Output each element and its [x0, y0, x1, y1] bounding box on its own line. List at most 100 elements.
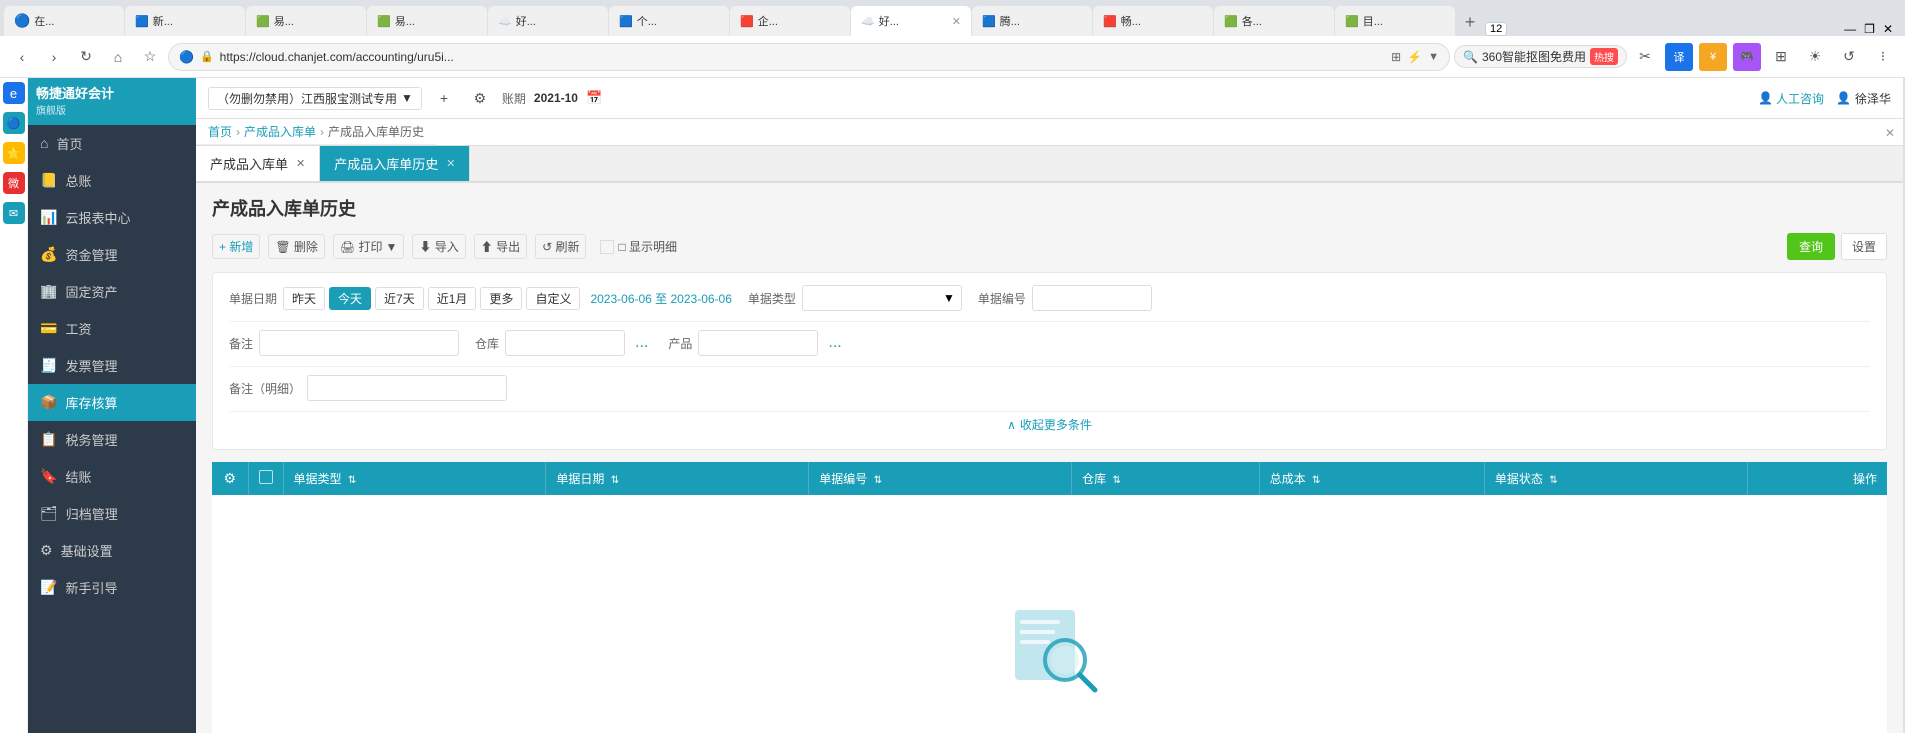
- cost-sort-icon[interactable]: ⇅: [1312, 475, 1320, 486]
- currency-tool[interactable]: ¥: [1699, 43, 1727, 71]
- tab-product-stock[interactable]: 产成品入库单 ✕: [196, 146, 320, 181]
- sidebar-item-funds[interactable]: 💰 资金管理: [28, 236, 196, 273]
- theme-tool[interactable]: ☀: [1801, 43, 1829, 71]
- sidebar-item-invoice[interactable]: 🧾 发票管理: [28, 347, 196, 384]
- address-bar[interactable]: 🔵 🔒 https://cloud.chanjet.com/accounting…: [168, 43, 1450, 71]
- type-filter-select[interactable]: ▼: [802, 285, 962, 311]
- detail-remark-input[interactable]: [307, 375, 507, 401]
- date-sort-icon[interactable]: ⇅: [611, 475, 619, 486]
- back-button[interactable]: ‹: [8, 43, 36, 71]
- browser-tab-7[interactable]: 🟥 企...: [730, 6, 850, 36]
- app-icon-email[interactable]: ✉: [3, 202, 25, 224]
- number-sort-icon[interactable]: ⇅: [874, 475, 882, 486]
- display-checkbox[interactable]: [600, 240, 614, 254]
- bookmark-button[interactable]: ☆: [136, 43, 164, 71]
- restore-button[interactable]: ❒: [1864, 22, 1875, 36]
- sidebar-item-report[interactable]: 📊 云报表中心: [28, 199, 196, 236]
- sidebar-item-salary[interactable]: 💳 工资: [28, 310, 196, 347]
- browser-tab-10[interactable]: 🟥 畅...: [1093, 6, 1213, 36]
- company-selector[interactable]: （勿删勿禁用）江西服宝测试专用 ▼: [208, 87, 422, 110]
- sidebar-item-archive[interactable]: 🗂 归档管理: [28, 495, 196, 532]
- browser-tab-3[interactable]: 🟩 易...: [246, 6, 366, 36]
- browser-tab-5[interactable]: ☁️ 好...: [488, 6, 608, 36]
- breadcrumb-list[interactable]: 产成品入库单: [244, 123, 316, 140]
- add-company-button[interactable]: +: [430, 84, 458, 112]
- refresh-button[interactable]: ↺ 刷新: [535, 234, 586, 259]
- date-custom[interactable]: 自定义: [526, 287, 580, 310]
- sidebar-item-home[interactable]: ⌂ 首页: [28, 125, 196, 162]
- th-warehouse[interactable]: 仓库 ⇅: [1072, 462, 1260, 495]
- product-more-button[interactable]: ...: [828, 334, 841, 352]
- sidebar-item-checkout[interactable]: 🔖 结账: [28, 458, 196, 495]
- number-filter-input[interactable]: [1032, 285, 1152, 311]
- app-icon-3[interactable]: ⭐: [3, 142, 25, 164]
- browser-tab-4[interactable]: 🟩 易...: [367, 6, 487, 36]
- date-more[interactable]: 更多: [480, 287, 522, 310]
- browser-tab-6[interactable]: 🟦 个...: [609, 6, 729, 36]
- th-status[interactable]: 单据状态 ⇅: [1484, 462, 1747, 495]
- sidebar-item-newbill[interactable]: 📝 新手引导: [28, 569, 196, 606]
- sidebar-item-fixed[interactable]: 🏢 固定资产: [28, 273, 196, 310]
- restore-tool[interactable]: ↺: [1835, 43, 1863, 71]
- warehouse-more-button[interactable]: ...: [635, 334, 648, 352]
- app-icon-2[interactable]: 🔵: [3, 112, 25, 134]
- status-sort-icon[interactable]: ⇅: [1549, 475, 1557, 486]
- forward-button[interactable]: ›: [40, 43, 68, 71]
- collapse-filter-button[interactable]: ∧ 收起更多条件: [229, 412, 1870, 437]
- remark-filter-input[interactable]: [259, 330, 459, 356]
- warehouse-filter-input[interactable]: [505, 330, 625, 356]
- date-1month[interactable]: 近1月: [428, 287, 477, 310]
- breadcrumb-home[interactable]: 首页: [208, 123, 232, 140]
- th-number[interactable]: 单据编号 ⇅: [809, 462, 1072, 495]
- browser-tab-11[interactable]: 🟩 各...: [1214, 6, 1334, 36]
- tab-count[interactable]: 12: [1485, 22, 1507, 36]
- close-side-panel-button[interactable]: ✕: [1885, 126, 1895, 140]
- human-service-link[interactable]: 👤 人工咨询: [1758, 90, 1824, 107]
- more-tool[interactable]: ⁝: [1869, 43, 1897, 71]
- sidebar-item-basic[interactable]: ⚙ 基础设置: [28, 532, 196, 569]
- th-checkbox[interactable]: [248, 462, 283, 495]
- user-info[interactable]: 👤 徐泽华: [1836, 90, 1891, 107]
- tab-product-stock-history-close[interactable]: ✕: [446, 157, 455, 170]
- type-sort-icon[interactable]: ⇅: [348, 475, 356, 486]
- home-nav-button[interactable]: ⌂: [104, 43, 132, 71]
- browser-tab-9[interactable]: 🟦 腾...: [972, 6, 1092, 36]
- th-cost[interactable]: 总成本 ⇅: [1259, 462, 1484, 495]
- settings-top-button[interactable]: ⚙: [466, 84, 494, 112]
- tab-close-8[interactable]: ✕: [952, 15, 961, 28]
- browser-tab-2[interactable]: 🟦 新...: [125, 6, 245, 36]
- date-yesterday[interactable]: 昨天: [283, 287, 325, 310]
- header-checkbox[interactable]: [259, 470, 273, 484]
- display-detail-button[interactable]: □ 显示明细: [594, 235, 683, 258]
- translate-tool[interactable]: 译: [1665, 43, 1693, 71]
- import-button[interactable]: ⬇ 导入: [412, 234, 465, 259]
- refresh-nav-button[interactable]: ↻: [72, 43, 100, 71]
- close-button[interactable]: ✕: [1883, 22, 1893, 36]
- th-date[interactable]: 单据日期 ⇅: [546, 462, 809, 495]
- app-icon-weibo[interactable]: 微: [3, 172, 25, 194]
- th-settings[interactable]: ⚙: [212, 462, 248, 495]
- product-filter-input[interactable]: [698, 330, 818, 356]
- export-button[interactable]: ⬆ 导出: [474, 234, 527, 259]
- sidebar-item-tax[interactable]: 📋 税务管理: [28, 421, 196, 458]
- calendar-icon[interactable]: 📅: [586, 90, 602, 106]
- settings-filter-button[interactable]: 设置: [1841, 233, 1887, 260]
- query-button[interactable]: 查询: [1787, 233, 1835, 260]
- game-tool[interactable]: 🎮: [1733, 43, 1761, 71]
- print-dropdown-arrow[interactable]: ▼: [386, 240, 398, 254]
- new-tab-button[interactable]: +: [1456, 8, 1484, 36]
- date-today[interactable]: 今天: [329, 287, 371, 310]
- tab-product-stock-close[interactable]: ✕: [296, 157, 305, 170]
- date-7days[interactable]: 近7天: [375, 287, 424, 310]
- sidebar-item-ledger[interactable]: 📒 总账: [28, 162, 196, 199]
- table-settings-icon[interactable]: ⚙: [223, 470, 236, 486]
- sidebar-item-inventory[interactable]: 📦 库存核算: [28, 384, 196, 421]
- scissors-tool[interactable]: ✂: [1631, 43, 1659, 71]
- add-button[interactable]: + 新增: [212, 234, 260, 259]
- grid-tool[interactable]: ⊞: [1767, 43, 1795, 71]
- app-icon-1[interactable]: e: [3, 82, 25, 104]
- search-bar-360[interactable]: 🔍 360智能抠图免费用 热搜: [1454, 45, 1627, 68]
- minimize-button[interactable]: —: [1844, 22, 1856, 36]
- browser-tab-1[interactable]: 🔵 在...: [4, 6, 124, 36]
- print-button[interactable]: 🖨 打印 ▼: [333, 234, 404, 259]
